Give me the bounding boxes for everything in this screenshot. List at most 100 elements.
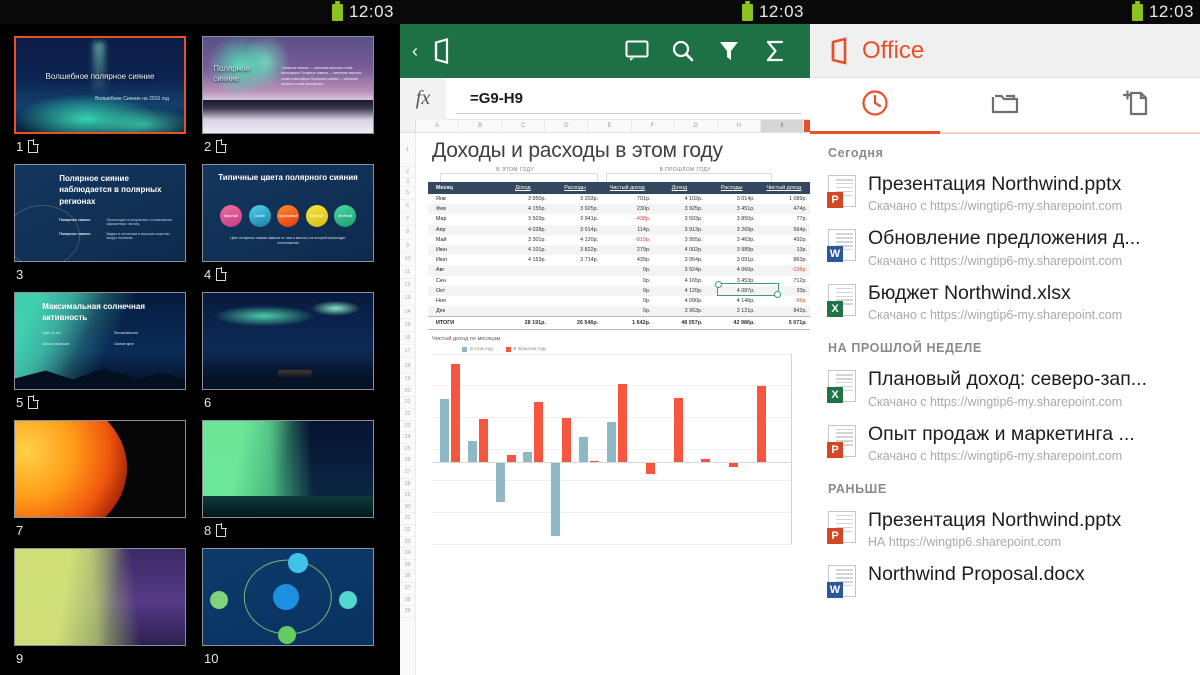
cell-value[interactable]: -56р. [758,296,810,306]
selected-cell-marker[interactable] [715,280,782,298]
slide-thumbnail-cell[interactable]: Полярное сияние наблюдается в полярных р… [14,164,186,282]
cell-total-value[interactable]: 42 986р. [705,316,758,331]
table-header-4[interactable]: Доход [653,182,706,194]
cell-value[interactable]: 3 963р. [653,306,706,317]
cell-value[interactable]: 3 850р. [706,214,758,224]
cell-value[interactable] [549,296,601,306]
cell-value[interactable]: 0р. [601,306,654,317]
column-header-E[interactable]: E [588,120,632,132]
chart-container[interactable]: Чистый доход по месяцам В этом году В пр… [416,330,810,545]
row-header-38[interactable]: 38 [400,595,415,607]
cell-value[interactable]: 4 101р. [496,244,549,256]
cell-value[interactable]: 4 165р. [653,276,705,286]
row-header-32[interactable]: 32 [400,525,415,537]
file-list-item[interactable]: W Northwind Proposal.docx [810,556,1200,604]
slide-thumbnail-cell[interactable]: 10 [202,548,374,666]
cell-value[interactable] [497,276,549,286]
cell-value[interactable]: 701р. [601,194,653,204]
cell-value[interactable]: 3 503р. [653,214,705,224]
cell-value[interactable]: -136р. [757,265,810,276]
cell-value[interactable]: 3 269р. [705,224,758,235]
row-header-7[interactable]: 7 [400,213,415,227]
cell-value[interactable]: 230р. [601,204,654,215]
tab-open[interactable] [940,78,1070,132]
cell-value[interactable] [496,306,549,317]
cell-value[interactable]: 3 954р. [653,255,705,265]
cell-value[interactable]: 4 120р. [549,235,601,245]
cell-value[interactable]: 3 955р. [653,235,705,245]
cell-value[interactable]: 4 146р. [706,296,758,306]
row-header-15[interactable]: 15 [400,319,415,332]
cell-value[interactable]: 3 941р. [549,214,601,224]
cell-total-value[interactable]: 26 546р. [548,316,602,331]
slide-thumbnail-cell[interactable]: Полярное сияние Полярное сияние — свечени… [202,36,374,154]
cell-value[interactable]: 4 102р. [653,194,705,204]
cell-value[interactable]: 3 822р. [548,244,602,256]
tab-new[interactable] [1070,78,1200,132]
cell-value[interactable]: 13р. [757,244,810,256]
table-total-row[interactable]: ИТОГИ 28 191р. 26 546р. 1 642р. 48 057р. 42 9… [428,316,810,331]
slide-thumbnail[interactable]: Максимальная солнечная активность Цикл 1… [14,292,186,390]
cell-value[interactable] [548,285,602,296]
table-row[interactable]: Май 3 301р. 4 120р. -819р. 3 955р. 3 463р. 492… [428,235,810,245]
table-row[interactable]: Июл 4 153р. 3 714р. 439р. 3 954р. 3 091р. 863р… [428,255,810,265]
cell-month[interactable]: Фев [428,204,497,215]
search-icon[interactable] [660,24,706,78]
slide-thumbnail[interactable]: Волшебное полярное сияние Волшебное Сиян… [14,36,186,134]
cell-value[interactable]: 0р. [601,265,654,276]
row-header-16[interactable]: 16 [400,332,415,346]
cell-month[interactable]: Мар [428,214,497,224]
cell-value[interactable]: 0р. [601,296,653,306]
spreadsheet-cells[interactable]: Доходы и расходы в этом году В ЭТОМ ГОДУ… [416,133,810,675]
row-header-36[interactable]: 36 [400,571,415,583]
cell-month[interactable]: Сен [428,276,497,286]
column-header-B[interactable]: B [459,120,503,132]
row-header-27[interactable]: 27 [400,467,415,479]
office-tabs[interactable] [810,78,1200,134]
table-row[interactable]: Авг 0р. 3 924р. 4 060р. -136р. [428,265,810,276]
row-header-9[interactable]: 9 [400,240,415,253]
row-header-14[interactable]: 14 [400,306,415,319]
file-list-item[interactable]: P Презентация Northwind.pptx НА https://… [810,502,1200,556]
cell-value[interactable]: 3 203р. [549,194,601,204]
cell-value[interactable]: 3 091р. [706,255,758,265]
table-header-1[interactable]: Доход [496,182,549,194]
table-body[interactable]: Янв 3 950р. 3 203р. 701р. 4 102р. 3 014р. 1 08… [428,194,810,331]
cell-value[interactable]: 3 924р. [653,265,706,276]
cell-value[interactable]: 279р. [601,244,654,256]
cell-value[interactable]: 4 060р. [705,265,758,276]
slide-thumbnail[interactable] [202,292,374,390]
row-header-6[interactable]: 6 [400,200,415,214]
cell-month[interactable]: Ноя [428,296,497,306]
row-header-12[interactable]: 12 [400,279,415,293]
row-headers[interactable]: 1 2 3 5 6 7 8 9 10 11 12 13 14 15 16 17 18 19 20 21 22 23 24 25… [400,133,416,675]
slide-thumbnail[interactable] [14,548,186,646]
budget-table[interactable]: Месяц Доход Расходы Чистый доход Доход Расход… [428,182,810,331]
column-header-A[interactable]: A [416,120,460,132]
row-header-22[interactable]: 22 [400,409,415,421]
cell-value[interactable]: 4 002р. [653,244,706,256]
table-header-3[interactable]: Чистый доход [601,182,654,194]
slide-thumbnail[interactable] [202,420,374,518]
row-header-37[interactable]: 37 [400,583,415,595]
cell-value[interactable]: 3 301р. [497,235,549,245]
cell-value[interactable]: 664р. [757,224,810,235]
formula-input[interactable]: =G9-H9 [456,84,802,114]
table-row[interactable]: Ноя 0р. 4 090р. 4 146р. -56р. [428,296,810,306]
row-header-28[interactable]: 28 [400,479,415,491]
recent-files-list[interactable]: Сегодня P Презентация Northwind.pptx Ска… [810,134,1200,675]
tab-recent[interactable] [810,78,940,132]
file-list-item[interactable]: X Бюджет Northwind.xlsx Скачано с https:… [810,275,1200,329]
cell-value[interactable] [549,276,601,286]
cell-value[interactable]: 3 950р. [497,194,549,204]
cell-value[interactable]: 77р. [758,214,810,224]
formula-bar[interactable]: fx =G9-H9 [400,77,810,120]
cell-value[interactable]: 863р. [758,255,810,265]
corner-cell[interactable] [400,120,416,132]
row-header-35[interactable]: 35 [400,560,415,572]
cell-value[interactable]: 3 121р. [705,306,758,317]
cell-value[interactable] [548,265,602,276]
cell-value[interactable]: 114р. [601,224,654,235]
cell-value[interactable]: 3 914р. [548,224,602,235]
spreadsheet-grid[interactable]: 1 2 3 5 6 7 8 9 10 11 12 13 14 15 16 17 18 19 20 21 22 23 24 25… [400,133,810,675]
